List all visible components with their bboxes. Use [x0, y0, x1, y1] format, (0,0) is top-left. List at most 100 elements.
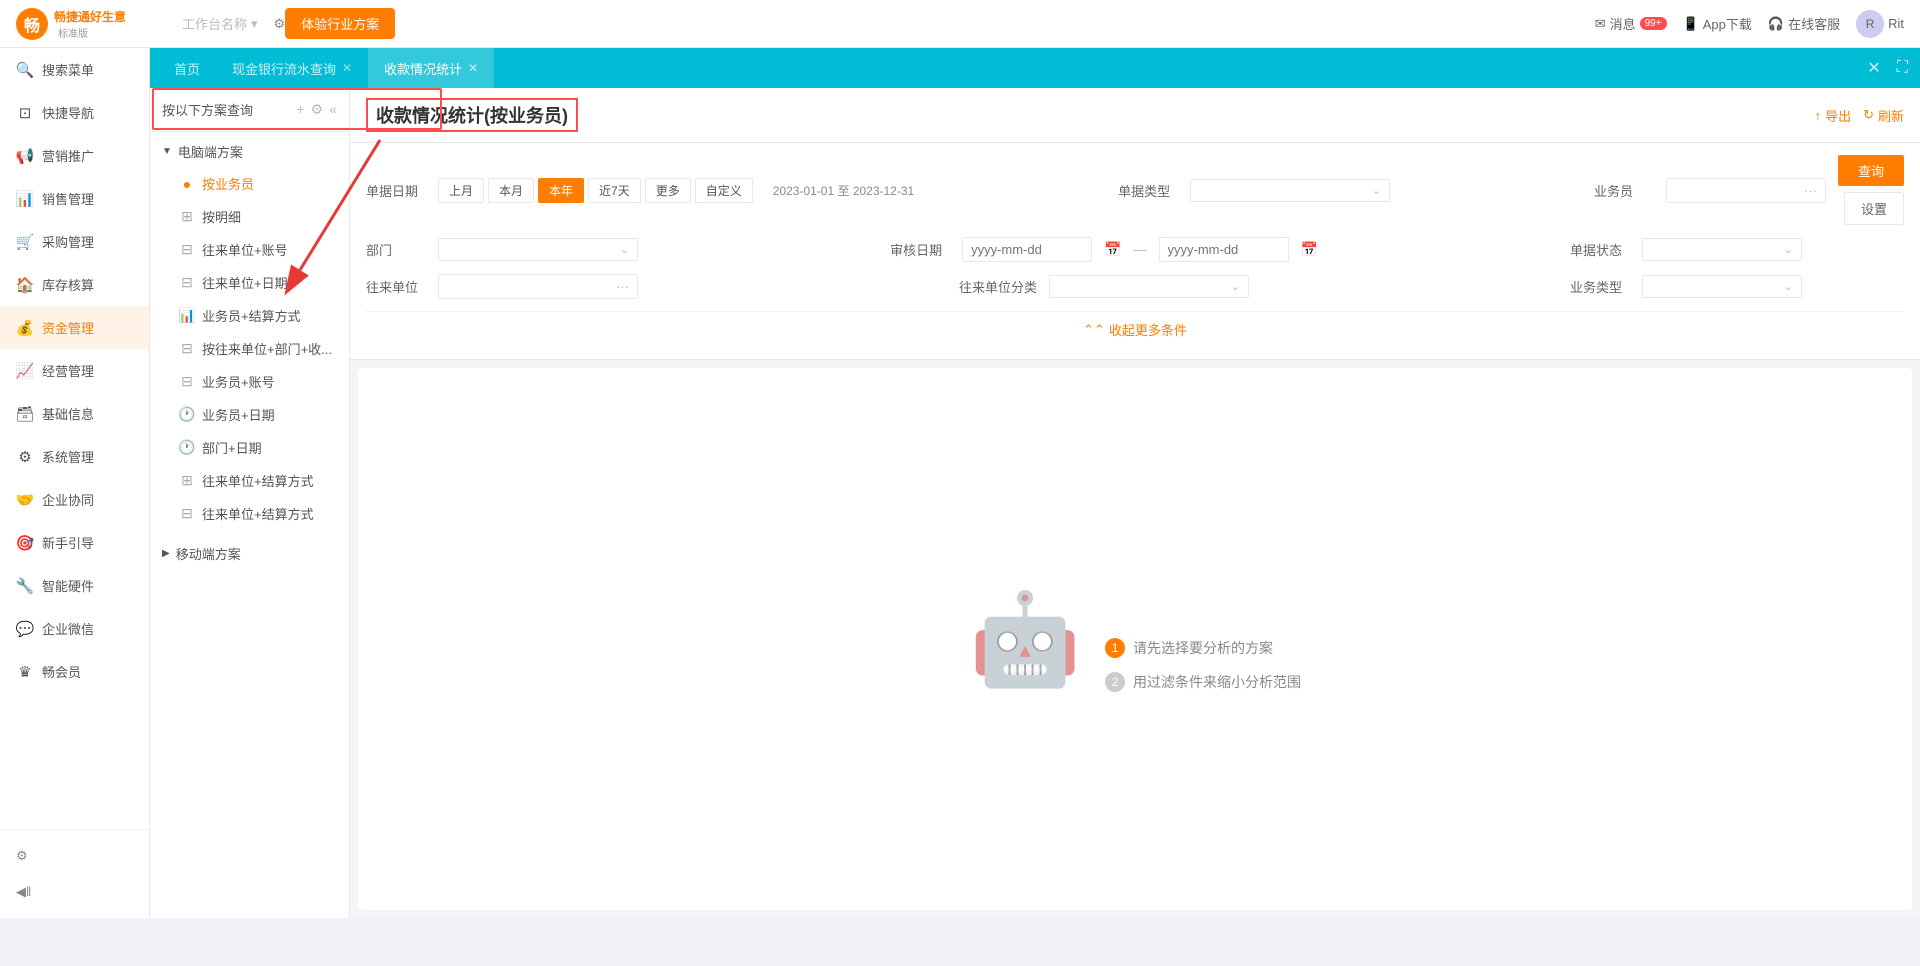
audit-date-label: 审核日期	[890, 240, 950, 259]
scheme-item-partner-settle2-icon: ⊟	[178, 505, 196, 522]
scheme-item-partner-settle1-icon: ⊞	[178, 472, 196, 489]
sidebar-item-base-info[interactable]: 🗃 基础信息	[0, 392, 149, 435]
sidebar-item-sales[interactable]: 📊 销售管理	[0, 177, 149, 220]
date-btn-last-month[interactable]: 上月	[438, 178, 484, 203]
sidebar-item-purchase[interactable]: 🛒 采购管理	[0, 220, 149, 263]
sidebar-item-corp[interactable]: 🤝 企业协同	[0, 478, 149, 521]
dept-select[interactable]: ⌄	[438, 238, 638, 261]
scheme-add-btn[interactable]: +	[296, 101, 304, 118]
wechat-icon: 💬	[16, 620, 34, 638]
export-icon: ↑	[1815, 108, 1822, 123]
sidebar-item-member[interactable]: ♛ 畅会员	[0, 650, 149, 693]
scheme-item-partner-date-label: 往来单位+日期	[202, 273, 288, 292]
gear-icon[interactable]: ⚙	[274, 16, 286, 31]
tab-bank-flow[interactable]: 现金银行流水查询 ✕	[216, 48, 368, 88]
scheme-collapse-btn[interactable]: «	[329, 101, 337, 118]
scheme-item-staff-date[interactable]: 🕐 业务员+日期	[150, 398, 349, 431]
sidebar-item-search-menu[interactable]: 🔍 搜索菜单	[0, 48, 149, 91]
data-area: 🤖 1 请先选择要分析的方案 2 用过滤条件来缩小分析范围	[358, 368, 1912, 910]
scheme-item-partner-date[interactable]: ⊟ 往来单位+日期	[150, 266, 349, 299]
calendar-icon-end[interactable]: 📅	[1301, 241, 1318, 258]
sales-icon: 📊	[16, 190, 34, 208]
partner-more-icon[interactable]: ···	[616, 279, 629, 294]
headset-icon: 🎧	[1768, 16, 1784, 32]
calendar-icon-start[interactable]: 📅	[1104, 241, 1121, 258]
scheme-item-by-staff-label: 按业务员	[202, 174, 254, 193]
message-label: 消息	[1610, 14, 1636, 33]
scheme-item-partner-account[interactable]: ⊟ 往来单位+账号	[150, 233, 349, 266]
scheme-item-partner-settle2[interactable]: ⊟ 往来单位+结算方式	[150, 497, 349, 530]
scheme-item-staff-settle[interactable]: 📊 业务员+结算方式	[150, 299, 349, 332]
settings-btn[interactable]: 设置	[1844, 192, 1904, 225]
scheme-panel-title: 按以下方案查询	[162, 100, 253, 119]
audit-date-end[interactable]	[1159, 237, 1289, 262]
scheme-item-partner-settle1[interactable]: ⊞ 往来单位+结算方式	[150, 464, 349, 497]
trial-btn[interactable]: 体验行业方案	[285, 8, 395, 39]
sidebar-bottom-settings[interactable]: ⚙	[0, 838, 149, 874]
date-btn-this-year[interactable]: 本年	[538, 178, 584, 203]
tab-bar: 首页 现金银行流水查询 ✕ 收款情况统计 ✕ ✕ ⛶	[150, 48, 1920, 88]
biz-type-select[interactable]: ⌄	[1642, 275, 1802, 298]
tab-receipt-stats[interactable]: 收款情况统计 ✕	[368, 48, 494, 88]
filter-row-2: 部门 ⌄ 审核日期 📅 — 📅 单据状态	[366, 237, 1904, 262]
tab-close-all-icon[interactable]: ✕	[1863, 54, 1884, 82]
partner-select[interactable]: ···	[438, 274, 638, 299]
logo-icon: 畅	[16, 8, 48, 40]
sidebar-item-quick-nav[interactable]: ⊡ 快捷导航	[0, 91, 149, 134]
page-wrapper: 按以下方案查询 + ⚙ « ▼ 电脑端方案 ● 按业务员	[150, 88, 1920, 918]
scheme-item-partner-dept-label: 按往来单位+部门+收...	[202, 339, 332, 358]
sidebar-item-system[interactable]: ⚙ 系统管理	[0, 435, 149, 478]
scheme-item-partner-dept[interactable]: ⊟ 按往来单位+部门+收...	[150, 332, 349, 365]
sidebar-item-operations[interactable]: 📈 经营管理	[0, 349, 149, 392]
sidebar-item-guide[interactable]: 🎯 新手引导	[0, 521, 149, 564]
scheme-panel: 按以下方案查询 + ⚙ « ▼ 电脑端方案 ● 按业务员	[150, 88, 350, 918]
date-btn-this-month[interactable]: 本月	[488, 178, 534, 203]
audit-date-start[interactable]	[962, 237, 1092, 262]
scheme-settings-btn[interactable]: ⚙	[311, 101, 324, 118]
date-btn-custom[interactable]: 自定义	[695, 178, 753, 203]
sidebar-item-wechat[interactable]: 💬 企业微信	[0, 607, 149, 650]
app-download-btn[interactable]: 📱 App下载	[1683, 14, 1752, 33]
tab-bank-flow-close[interactable]: ✕	[342, 61, 352, 75]
scheme-item-dept-date[interactable]: 🕐 部门+日期	[150, 431, 349, 464]
message-btn[interactable]: ✉ 消息 99+	[1595, 14, 1667, 33]
doc-status-select[interactable]: ⌄	[1642, 238, 1802, 261]
staff-select[interactable]: ···	[1666, 178, 1826, 203]
sidebar-item-finance[interactable]: 💰 资金管理	[0, 306, 149, 349]
user-avatar[interactable]: R Rit	[1856, 10, 1904, 38]
sidebar-item-inventory[interactable]: 🏠 库存核算	[0, 263, 149, 306]
sidebar-item-hardware[interactable]: 🔧 智能硬件	[0, 564, 149, 607]
collapse-up-icon: ⌃⌃	[1083, 322, 1105, 338]
scheme-group-mobile-header[interactable]: ▶ 移动端方案	[150, 538, 349, 569]
tab-receipt-stats-close[interactable]: ✕	[468, 61, 478, 75]
date-btn-7days[interactable]: 近7天	[588, 178, 641, 203]
partner-category-select[interactable]: ⌄	[1049, 275, 1249, 298]
scheme-item-partner-settle1-label: 往来单位+结算方式	[202, 471, 314, 490]
date-btn-more[interactable]: 更多	[645, 178, 691, 203]
scheme-item-by-detail[interactable]: ⊞ 按明细	[150, 200, 349, 233]
sidebar-label-hardware: 智能硬件	[42, 576, 94, 595]
tab-bank-flow-label: 现金银行流水查询	[232, 59, 336, 78]
partner-label: 往来单位	[366, 277, 426, 296]
sidebar-bottom-collapse[interactable]: ◀‖	[0, 874, 149, 910]
workspace-dropdown-icon[interactable]: ▾	[251, 16, 258, 32]
dept-label: 部门	[366, 240, 426, 259]
online-service-btn[interactable]: 🎧 在线客服	[1768, 14, 1840, 33]
doc-type-select[interactable]: ⌄	[1190, 179, 1390, 202]
sidebar-item-marketing[interactable]: 📢 营销推广	[0, 134, 149, 177]
sidebar-label-sales: 销售管理	[42, 189, 94, 208]
tab-home[interactable]: 首页	[158, 48, 216, 88]
finance-icon: 💰	[16, 319, 34, 337]
sidebar-label-marketing: 营销推广	[42, 146, 94, 165]
staff-more-icon[interactable]: ···	[1804, 183, 1817, 198]
scheme-panel-header: 按以下方案查询 + ⚙ «	[150, 88, 349, 132]
scheme-item-staff-account[interactable]: ⊟ 业务员+账号	[150, 365, 349, 398]
collapse-bar[interactable]: ⌃⌃ 收起更多条件	[366, 311, 1904, 347]
query-btn[interactable]: 查询	[1838, 155, 1904, 186]
tab-resize-icon[interactable]: ⛶	[1893, 55, 1912, 81]
refresh-btn[interactable]: ↻ 刷新	[1863, 106, 1904, 125]
scheme-item-by-staff[interactable]: ● 按业务员	[150, 167, 349, 200]
export-btn[interactable]: ↑ 导出	[1815, 106, 1852, 125]
scheme-group-desktop-header[interactable]: ▼ 电脑端方案	[150, 136, 349, 167]
gear-settings[interactable]: ⚙	[274, 16, 286, 32]
